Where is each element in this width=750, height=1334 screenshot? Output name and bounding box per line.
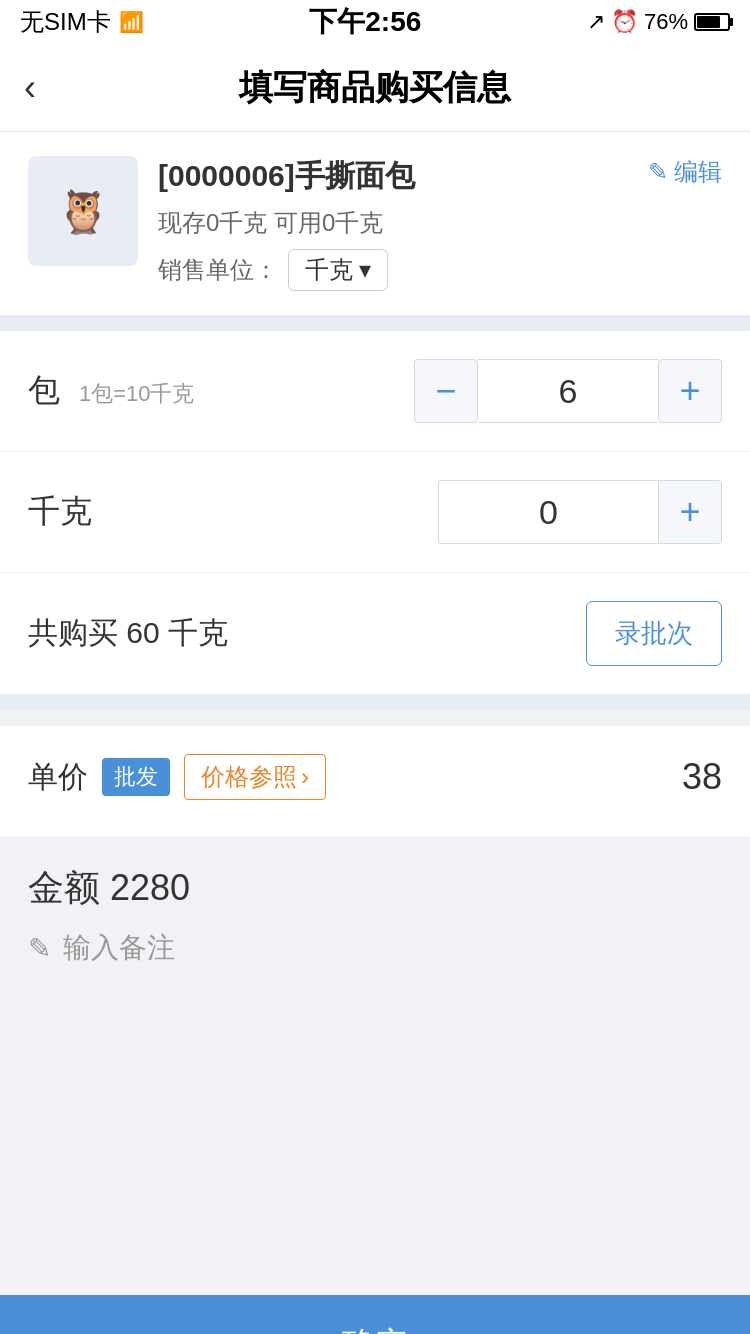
edit-button[interactable]: ✎ 编辑 [648, 156, 722, 188]
pencil-icon: ✎ [28, 932, 51, 965]
empty-space [0, 995, 750, 1295]
nav-bar: ‹ 填写商品购买信息 [0, 44, 750, 132]
product-logo: 🦉 [57, 187, 109, 236]
confirm-button[interactable]: 确定 [0, 1295, 750, 1334]
amount-section: 金额 2280 ✎ 输入备注 [0, 836, 750, 995]
kg-quantity-row: 千克 + [0, 452, 750, 573]
unit-value: 千克 [305, 254, 353, 286]
bag-quantity-input[interactable] [478, 359, 658, 423]
product-image: 🦉 [28, 156, 138, 266]
price-ref-arrow: › [301, 763, 309, 791]
bag-minus-button[interactable]: − [414, 359, 478, 423]
divider-2 [0, 694, 750, 710]
bag-quantity-control: − + [414, 359, 722, 423]
kg-label: 千克 [28, 490, 438, 534]
back-button[interactable]: ‹ [24, 67, 36, 109]
bag-label: 包 1包=10千克 [28, 369, 414, 413]
bag-quantity-row: 包 1包=10千克 − + [0, 331, 750, 452]
status-bar: 无SIM卡 📶 下午2:56 ↗ ⏰ 76% [0, 0, 750, 44]
battery-text: 76% [644, 9, 688, 35]
note-placeholder: 输入备注 [63, 929, 175, 967]
total-text: 共购买 60 千克 [28, 613, 586, 654]
kg-quantity-control: + [438, 480, 722, 544]
wifi-icon: 📶 [119, 10, 144, 34]
price-ref-label: 价格参照 [201, 761, 297, 793]
carrier-text: 无SIM卡 [20, 6, 111, 38]
price-ref-button[interactable]: 价格参照 › [184, 754, 326, 800]
product-stock: 现存0千克 可用0千克 [158, 207, 722, 239]
status-time: 下午2:56 [309, 3, 421, 41]
page-title: 填写商品购买信息 [239, 65, 511, 111]
price-type-tag: 批发 [102, 758, 170, 796]
form-section: 包 1包=10千克 − + 千克 + 共购买 60 千克 录批次 [0, 331, 750, 694]
confirm-label: 确定 [341, 1322, 409, 1334]
edit-icon: ✎ [648, 158, 668, 186]
bag-hint: 1包=10千克 [79, 381, 195, 406]
content-area: 🦉 [0000006]手撕面包 现存0千克 可用0千克 销售单位： 千克 ▾ ✎… [0, 132, 750, 1334]
status-left: 无SIM卡 📶 [20, 6, 144, 38]
product-card: 🦉 [0000006]手撕面包 现存0千克 可用0千克 销售单位： 千克 ▾ ✎… [0, 132, 750, 315]
product-name: [0000006]手撕面包 [158, 156, 722, 197]
unit-select[interactable]: 千克 ▾ [288, 249, 388, 291]
price-row: 单价 批发 价格参照 › 38 [28, 754, 722, 800]
status-right: ↗ ⏰ 76% [587, 9, 730, 35]
product-unit: 销售单位： 千克 ▾ [158, 249, 722, 291]
battery-icon [694, 13, 730, 31]
kg-plus-button[interactable]: + [658, 480, 722, 544]
amount-row: 金额 2280 [28, 864, 722, 913]
price-label: 单价 [28, 757, 88, 798]
unit-label: 销售单位： [158, 254, 278, 286]
batch-button[interactable]: 录批次 [586, 601, 722, 666]
edit-label: 编辑 [674, 156, 722, 188]
price-section: 单价 批发 价格参照 › 38 [0, 726, 750, 836]
location-icon: ↗ [587, 9, 605, 35]
total-row: 共购买 60 千克 录批次 [0, 573, 750, 694]
divider-1 [0, 315, 750, 331]
product-info: [0000006]手撕面包 现存0千克 可用0千克 销售单位： 千克 ▾ [158, 156, 722, 291]
amount-value: 2280 [110, 867, 190, 908]
amount-label: 金额 [28, 867, 100, 908]
unit-arrow-icon: ▾ [359, 256, 371, 284]
note-row[interactable]: ✎ 输入备注 [28, 929, 722, 995]
bag-plus-button[interactable]: + [658, 359, 722, 423]
price-value: 38 [682, 756, 722, 798]
alarm-icon: ⏰ [611, 9, 638, 35]
kg-quantity-input[interactable] [438, 480, 658, 544]
